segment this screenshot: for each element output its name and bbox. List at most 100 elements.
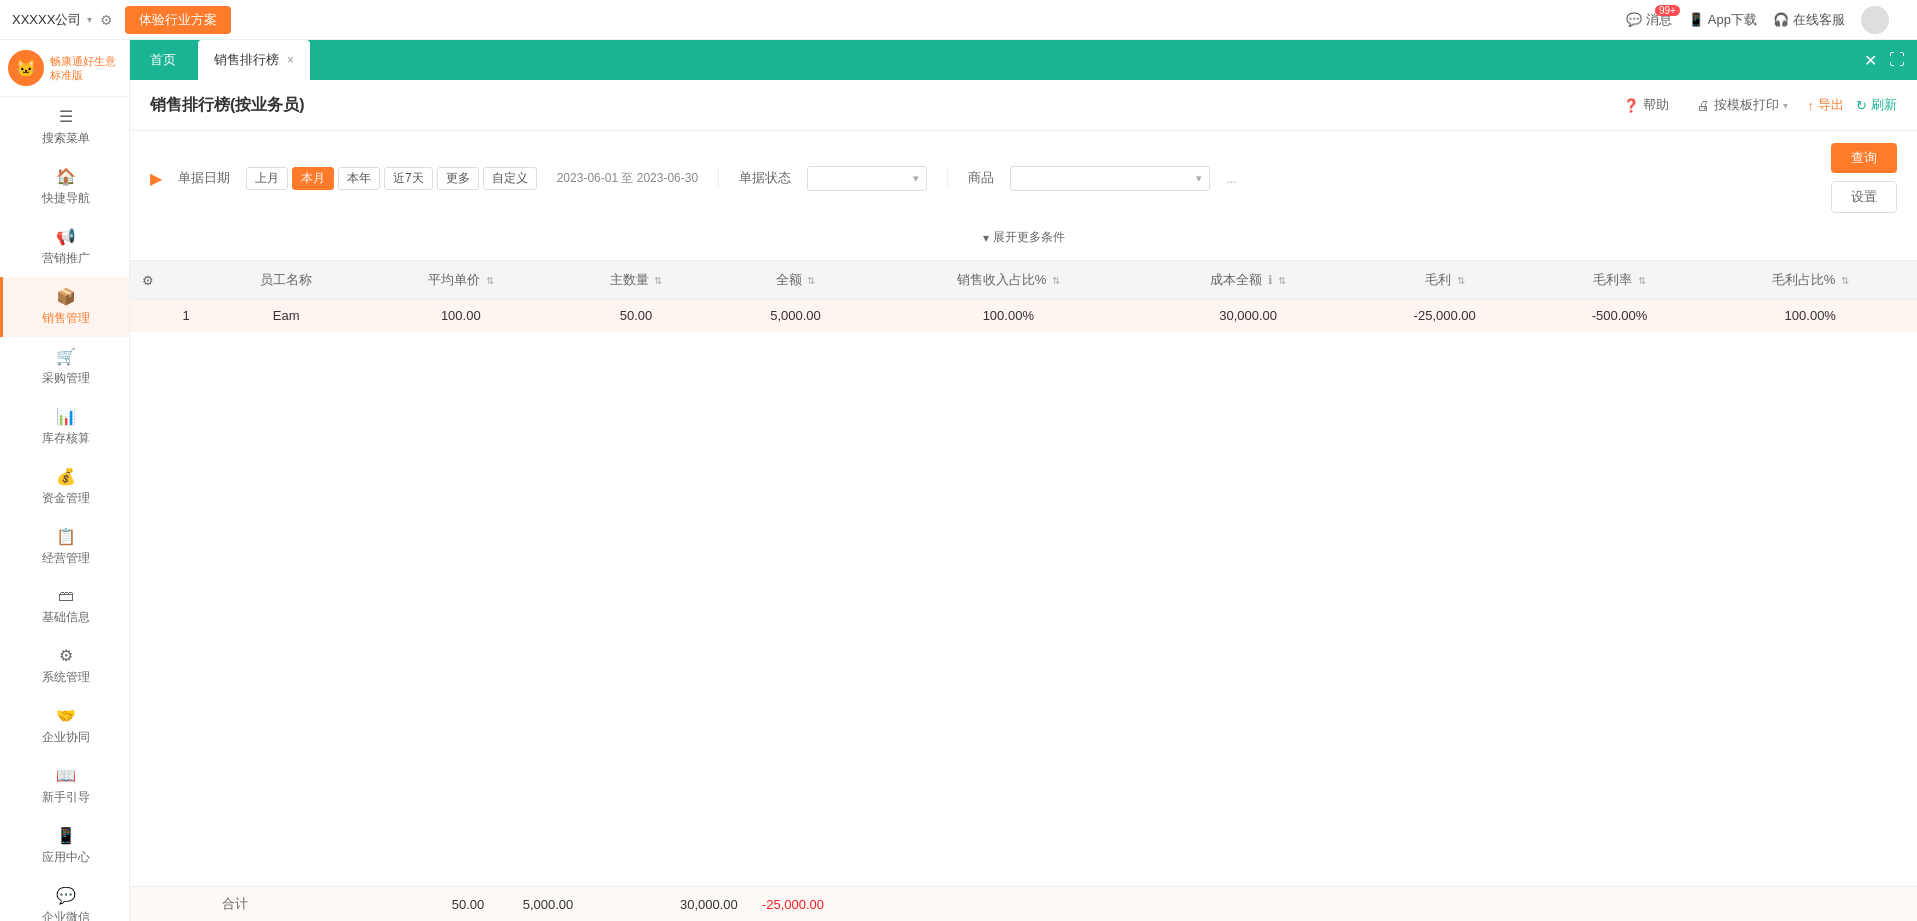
th-name: 员工名称 [206, 261, 366, 300]
logo-line2: 标准版 [50, 68, 116, 82]
expand-more-button[interactable]: ▾ 展开更多条件 [150, 223, 1897, 252]
sort-icon-sales-pct[interactable]: ⇅ [1052, 275, 1060, 286]
cell-gross-pct: 100.00% [1704, 300, 1917, 332]
app-download-button[interactable]: 📱 App下载 [1688, 11, 1757, 29]
sort-icon-gross[interactable]: ⇅ [1457, 275, 1465, 286]
print-button[interactable]: 🖨 按模板打印 ▾ [1689, 92, 1796, 118]
sidebar-item-label: 企业协同 [42, 729, 90, 746]
quick-nav-icon: 🏠 [56, 167, 76, 186]
status-select-wrapper [807, 166, 927, 191]
date-btn-custom[interactable]: 自定义 [483, 167, 537, 190]
trial-button[interactable]: 体验行业方案 [125, 6, 231, 34]
export-label: 导出 [1818, 96, 1844, 114]
message-badge: 99+ [1655, 5, 1680, 16]
tab-bar-right: ✕ ⛶ [1864, 51, 1917, 70]
date-btn-more[interactable]: 更多 [437, 167, 479, 190]
top-bar-settings-icon[interactable]: ⚙ [100, 12, 113, 28]
sidebar-item-quick-nav[interactable]: 🏠 快捷导航 [0, 157, 129, 217]
sidebar-item-marketing[interactable]: 📢 营销推广 [0, 217, 129, 277]
date-btn-this-month[interactable]: 本月 [292, 167, 334, 190]
sort-icon-amount[interactable]: ⇅ [807, 275, 815, 286]
filter-divider [718, 168, 719, 188]
refresh-button[interactable]: ↻ 刷新 [1856, 96, 1897, 114]
sort-icon-gross-rate[interactable]: ⇅ [1638, 275, 1646, 286]
date-label: 单据日期 [178, 169, 230, 187]
sidebar-item-label: 基础信息 [42, 609, 90, 626]
footer-cost: 30,000.00 [668, 897, 750, 912]
company-selector[interactable]: XXXXX公司 ▾ [12, 11, 92, 29]
tab-bar: 首页 销售排行榜 × ✕ ⛶ [130, 40, 1917, 80]
date-buttons: 上月 本月 本年 近7天 更多 自定义 [246, 167, 537, 190]
more-filters-icon[interactable]: ... [1226, 171, 1237, 186]
sort-icon-cost[interactable]: ⇅ [1278, 275, 1286, 286]
sidebar-item-purchase[interactable]: 🛒 采购管理 [0, 337, 129, 397]
sidebar-item-app-center[interactable]: 📱 应用中心 [0, 816, 129, 876]
date-btn-7days[interactable]: 近7天 [384, 167, 433, 190]
sort-icon-gross-pct[interactable]: ⇅ [1841, 275, 1849, 286]
guide-icon: 📖 [56, 766, 76, 785]
tab-close-icon[interactable]: × [287, 53, 294, 67]
tab-home[interactable]: 首页 [130, 40, 196, 80]
sidebar-item-label: 应用中心 [42, 849, 90, 866]
finance-icon: 💰 [56, 467, 76, 486]
query-button[interactable]: 查询 [1831, 143, 1897, 173]
settings-button[interactable]: 设置 [1831, 181, 1897, 213]
sidebar-item-finance[interactable]: 💰 资金管理 [0, 457, 129, 517]
logo-icon: 🐱 [8, 50, 44, 86]
sidebar-item-label: 采购管理 [42, 370, 90, 387]
sidebar-item-label: 系统管理 [42, 669, 90, 686]
goods-select-wrapper [1010, 166, 1210, 191]
tab-close-all-icon[interactable]: ✕ [1864, 51, 1877, 70]
filter-divider2 [947, 168, 948, 188]
sidebar-item-wechat[interactable]: 💬 企业微信 [0, 876, 129, 921]
system-icon: ⚙ [59, 646, 73, 665]
date-btn-this-year[interactable]: 本年 [338, 167, 380, 190]
inventory-icon: 📊 [56, 407, 76, 426]
sidebar-item-basic-info[interactable]: 🗃 基础信息 [0, 577, 129, 636]
filter-expand-arrow[interactable]: ▶ [150, 169, 162, 188]
cell-avg-price: 100.00 [366, 300, 555, 332]
sidebar-item-sales[interactable]: 📦 销售管理 [0, 277, 129, 337]
sidebar: 🐱 畅康通好生意 标准版 ☰ 搜索菜单 🏠 快捷导航 📢 营销推广 📦 销售管理… [0, 40, 130, 921]
message-button[interactable]: 💬 消息 99+ [1626, 11, 1672, 29]
avatar[interactable] [1861, 6, 1889, 34]
export-button[interactable]: ↑ 导出 [1808, 96, 1845, 114]
print-icon: 🖨 [1697, 98, 1710, 113]
th-avg-price: 平均单价 ⇅ [366, 261, 555, 300]
date-btn-last-month[interactable]: 上月 [246, 167, 288, 190]
sidebar-item-system[interactable]: ⚙ 系统管理 [0, 636, 129, 696]
app-center-icon: 📱 [56, 826, 76, 845]
goods-select[interactable] [1010, 166, 1210, 191]
sort-icon-qty[interactable]: ⇅ [654, 275, 662, 286]
tab-expand-icon[interactable]: ⛶ [1889, 51, 1905, 69]
filter-row: ▶ 单据日期 上月 本月 本年 近7天 更多 自定义 2023-06-01 至 … [150, 143, 1897, 213]
footer-amount: 5,000.00 [508, 897, 588, 912]
sidebar-item-cooperation[interactable]: 🤝 企业协同 [0, 696, 129, 756]
status-select[interactable] [807, 166, 927, 191]
top-bar: XXXXX公司 ▾ ⚙ 体验行业方案 💬 消息 99+ 📱 App下载 🎧 在线… [0, 0, 1917, 40]
help-button[interactable]: ❓ 帮助 [1615, 92, 1677, 118]
cost-help-icon[interactable]: ℹ [1268, 273, 1273, 287]
table-footer: 合计 50.00 5,000.00 30,000.00 -25,000.00 [130, 886, 1917, 921]
logo-line1: 畅康通好生意 [50, 54, 116, 68]
footer-gross: -25,000.00 [750, 897, 836, 912]
sort-icon[interactable]: ⇅ [486, 275, 494, 286]
marketing-icon: 📢 [56, 227, 76, 246]
sidebar-item-guide[interactable]: 📖 新手引导 [0, 756, 129, 816]
chevron-down-icon: ▾ [983, 231, 989, 245]
th-gross-rate: 毛利率 ⇅ [1536, 261, 1704, 300]
cooperation-icon: 🤝 [56, 706, 76, 725]
main-layout: 🐱 畅康通好生意 标准版 ☰ 搜索菜单 🏠 快捷导航 📢 营销推广 📦 销售管理… [0, 40, 1917, 921]
sidebar-item-label: 企业微信 [42, 909, 90, 921]
th-settings[interactable]: ⚙ [130, 261, 166, 300]
tab-sales-ranking[interactable]: 销售排行榜 × [198, 40, 310, 80]
online-service-button[interactable]: 🎧 在线客服 [1773, 11, 1845, 29]
footer-qty: 50.00 [428, 897, 508, 912]
sidebar-item-operations[interactable]: 📋 经营管理 [0, 517, 129, 577]
filter-area: ▶ 单据日期 上月 本月 本年 近7天 更多 自定义 2023-06-01 至 … [130, 131, 1917, 261]
sidebar-item-inventory[interactable]: 📊 库存核算 [0, 397, 129, 457]
logo-text: 畅康通好生意 标准版 [50, 54, 116, 83]
sidebar-item-search-order[interactable]: ☰ 搜索菜单 [0, 97, 129, 157]
print-label: 按模板打印 [1714, 96, 1779, 114]
sidebar-item-label: 资金管理 [42, 490, 90, 507]
